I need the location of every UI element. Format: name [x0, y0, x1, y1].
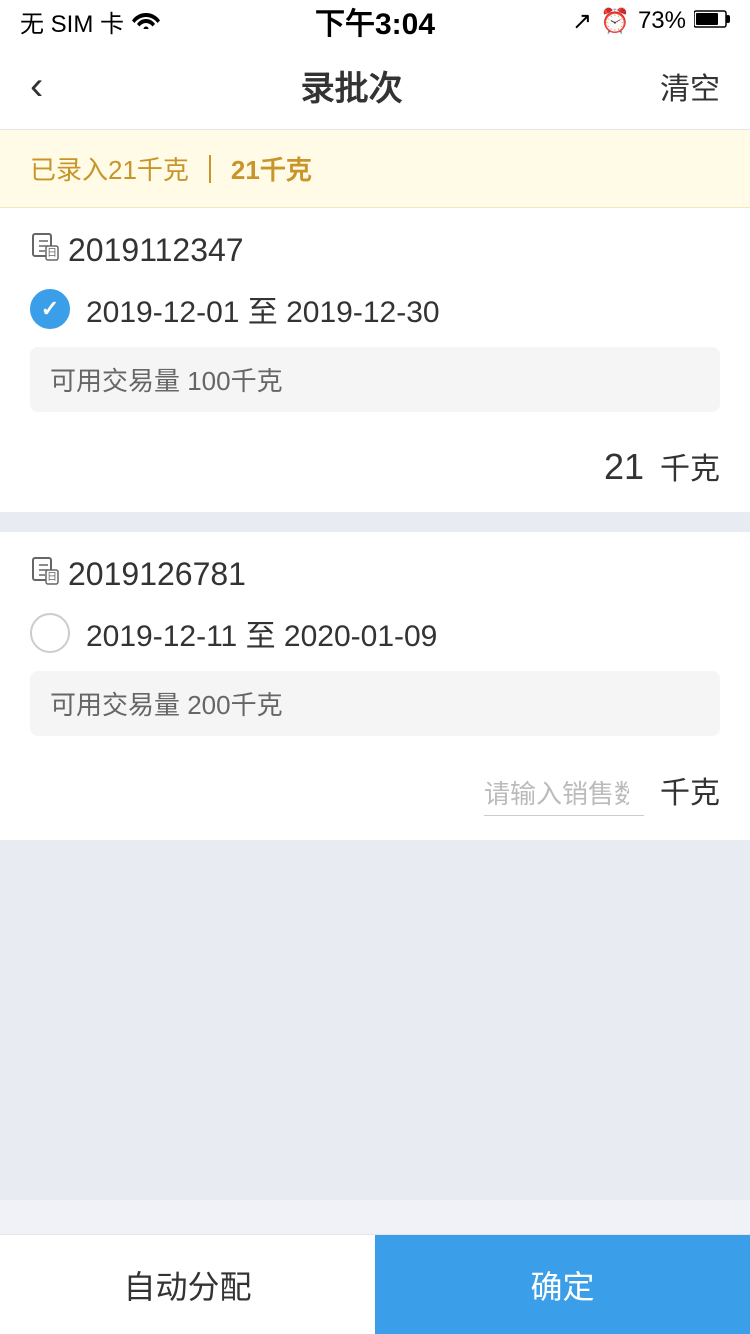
nav-bar: ‹ 录批次 清空 — [0, 42, 750, 130]
no-sim-text: 无 SIM 卡 — [20, 4, 124, 39]
summary-prefix: 已录入21千克 — [30, 150, 189, 187]
bottom-bar: 自动分配 确定 — [0, 1234, 750, 1334]
batch-date-row-2[interactable]: 2019-12-11 至 2020-01-09 — [0, 603, 750, 665]
batch-available-qty-2: 可用交易量 200千克 — [30, 671, 720, 736]
status-left: 无 SIM 卡 — [20, 4, 160, 39]
batch-available-qty-1: 可用交易量 100千克 — [30, 347, 720, 412]
battery-icon — [694, 7, 730, 35]
qty-input-2[interactable] — [484, 774, 644, 816]
batch-card-1: 日 2019112347 2019-12-01 至 2019-12-30 可用交… — [0, 208, 750, 512]
batch-date-row-1[interactable]: 2019-12-01 至 2019-12-30 — [0, 279, 750, 341]
svg-text:日: 日 — [47, 572, 57, 583]
qty-row-2: 千克 — [0, 752, 750, 840]
battery-text: 73% — [638, 7, 686, 35]
batch-date-1: 2019-12-01 至 2019-12-30 — [86, 287, 440, 331]
batch-number-2: 2019126781 — [68, 556, 246, 593]
batch-header-1: 日 2019112347 — [0, 208, 750, 279]
qty-unit-1: 千克 — [660, 444, 720, 488]
auto-distribute-button[interactable]: 自动分配 — [0, 1235, 375, 1334]
status-time: 下午3:04 — [315, 0, 435, 43]
qty-unit-2: 千克 — [660, 768, 720, 812]
location-icon: ↗ — [572, 7, 592, 36]
summary-banner: 已录入21千克 21千克 — [0, 130, 750, 208]
batch-doc-icon-1: 日 — [30, 232, 60, 269]
batch-checkbox-1[interactable] — [30, 289, 70, 329]
alarm-icon: ⏰ — [600, 7, 630, 36]
batch-number-1: 2019112347 — [68, 232, 244, 269]
batch-date-2: 2019-12-11 至 2020-01-09 — [86, 611, 437, 655]
batch-doc-icon-2: 日 — [30, 556, 60, 593]
page-title: 录批次 — [301, 61, 403, 110]
qty-input-area-2: 千克 — [30, 768, 720, 816]
status-right: ↗ ⏰ 73% — [572, 7, 730, 36]
batch-header-2: 日 2019126781 — [0, 532, 750, 603]
confirm-button[interactable]: 确定 — [375, 1235, 750, 1334]
summary-amount: 21千克 — [231, 150, 312, 187]
wifi-icon — [132, 7, 160, 36]
back-button[interactable]: ‹ — [30, 66, 43, 106]
qty-row-1: 21 千克 — [0, 428, 750, 512]
empty-area — [0, 840, 750, 1200]
svg-text:日: 日 — [47, 248, 57, 259]
batch-card-2: 日 2019126781 2019-12-11 至 2020-01-09 可用交… — [0, 532, 750, 840]
qty-input-area-1: 21 千克 — [30, 444, 720, 488]
batch-checkbox-2[interactable] — [30, 613, 70, 653]
status-bar: 无 SIM 卡 下午3:04 ↗ ⏰ 73% — [0, 0, 750, 42]
section-divider — [0, 512, 750, 532]
qty-value-1: 21 — [604, 446, 644, 488]
clear-button[interactable]: 清空 — [660, 64, 720, 108]
summary-divider — [209, 155, 211, 183]
